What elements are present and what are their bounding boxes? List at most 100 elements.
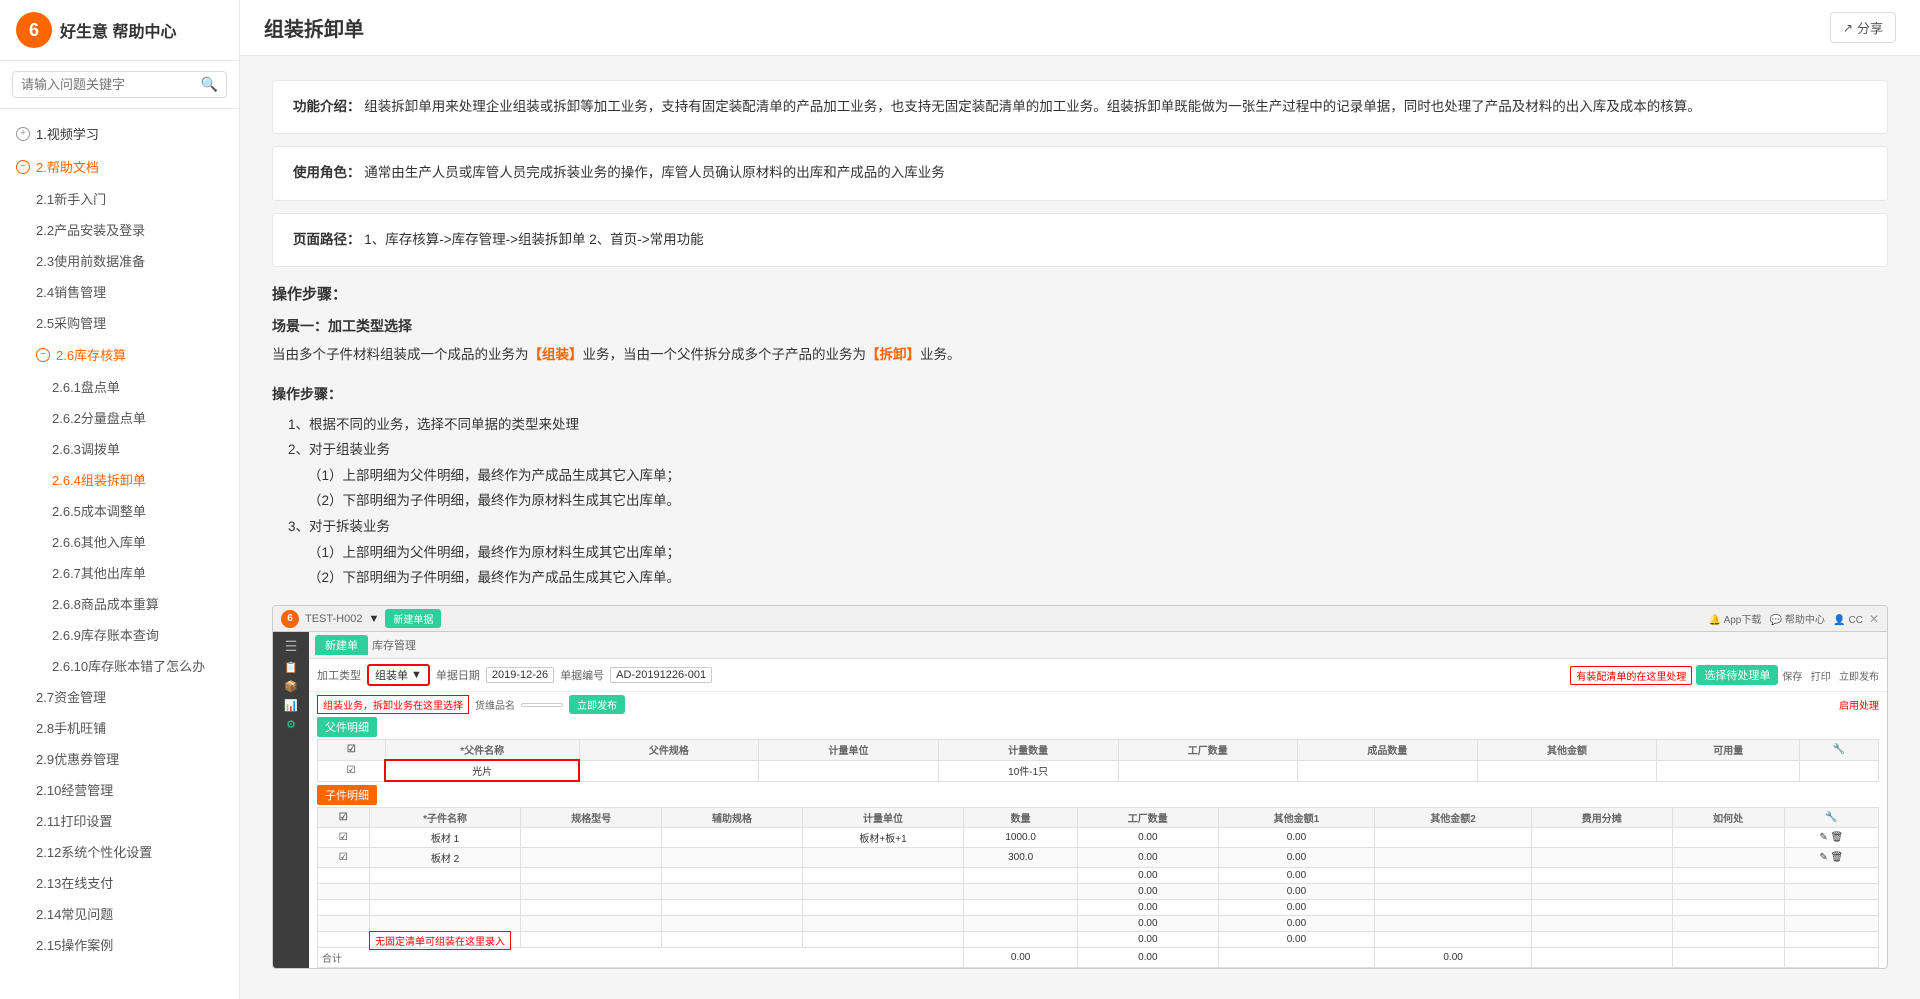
nav-tree: + − 1.视频学习 + − 2.帮助文档 2.1新手入门 2.2产品安装及登录… [0,109,239,999]
ss-no-label: 单据编号 [560,667,604,683]
ss-upper-th-5: 工厂数量 [1118,740,1298,761]
ss-lower-td-2-2 [521,848,662,868]
ss-total-label: 合计 [318,948,964,968]
ss-date-label: 单据日期 [436,667,480,683]
ss-left-sidebar: ☰ 📋 📦 📊 ⚙ [273,632,309,968]
intro-label: 功能介绍： [293,99,361,114]
sidebar-item-2-10[interactable]: 2.10经营管理 [0,774,239,805]
sidebar-item-2-12[interactable]: 2.12系统个性化设置 [0,836,239,867]
ss-lower-td-1-1: 板材 1 [369,828,521,848]
search-icon[interactable]: 🔍 [201,76,218,93]
ss-total-6 [1672,948,1784,968]
ss-lower-td-2-9 [1531,848,1672,868]
ss-annotation1-area: 有装配清单的在这里处理 选择待处理单 保存 打印 立即发布 [1570,665,1879,685]
ss-lower-th-3: 辅助规格 [662,808,803,828]
step3-1: （1）上部明细为父件明细，最终作为原材料生成其它出库单； [308,540,1888,566]
nav-section-2: + − 2.帮助文档 2.1新手入门 2.2产品安装及登录 2.3使用前数据准备… [0,150,239,960]
sidebar-item-2-6-10[interactable]: 2.6.10库存账本错了怎么办 [0,650,239,681]
sidebar-item-2-6-9[interactable]: 2.6.9库存账本查询 [0,619,239,650]
sidebar-item-2-7[interactable]: 2.7资金管理 [0,681,239,712]
sidebar-item-2-6-6[interactable]: 2.6.6其他入库单 [0,526,239,557]
ss-lower-th-8: 其他金额2 [1375,808,1532,828]
ss-lower-td-2-4 [802,848,963,868]
ss-lower-td-1-6: 0.00 [1077,828,1218,848]
ss-lower-th-ops: 🔧 [1784,808,1878,828]
sidebar-item-2-6-8[interactable]: 2.6.8商品成本重算 [0,588,239,619]
sidebar-item-2-5[interactable]: 2.5采购管理 [0,307,239,338]
table-row: 0.000.00 [318,884,1879,900]
ss-upper-title: 父件明细 [317,717,377,737]
ss-lower-title: 子件明细 [317,785,377,805]
nav-section-title-2[interactable]: + − 2.帮助文档 [0,150,239,183]
step2: 2、对于组装业务 [288,437,1888,463]
ss-lower-td-1-2 [521,828,662,848]
ss-close-icon[interactable]: ✕ [1869,612,1879,626]
search-input[interactable] [21,77,201,92]
intro-block: 功能介绍： 组装拆卸单用来处理企业组装或拆卸等加工业务，支持有固定装配清单的产品… [272,80,1888,134]
ss-lower-td-check-2: ☑ [318,848,370,868]
sidebar-item-2-6-7[interactable]: 2.6.7其他出库单 [0,557,239,588]
logo-title: 好生意 帮助中心 [60,18,176,42]
scene1-desc: 当由多个子件材料组装成一个成品的业务为【组装】业务，当由一个父件拆分成多个子产品… [272,342,1888,368]
sidebar-item-2-6-2[interactable]: 2.6.2分量盘点单 [0,402,239,433]
sidebar-item-2-13[interactable]: 2.13在线支付 [0,867,239,898]
nav-section-1: + − 1.视频学习 [0,117,239,150]
sidebar-item-2-8[interactable]: 2.8手机旺铺 [0,712,239,743]
ss-lower-td-1-9 [1531,828,1672,848]
sidebar-item-2-1[interactable]: 2.1新手入门 [0,183,239,214]
step3-2: （2）下部明细为子件明细，最终作为产成品生成其它入库单。 [308,565,1888,591]
ss-prod-search-btn[interactable]: 立即发布 [569,695,625,714]
ss-lower-th-5: 数量 [964,808,1078,828]
ss-lower-td-1-3 [662,828,803,848]
ss-total-5 [1531,948,1672,968]
sidebar-item-2-14[interactable]: 2.14常见问题 [0,898,239,929]
table-row: ☑ 光片 10件-1只 [318,760,1879,781]
sidebar-item-2-6-3[interactable]: 2.6.3调拨单 [0,433,239,464]
sidebar-item-2-11[interactable]: 2.11打印设置 [0,805,239,836]
table-row: 0.000.00 [318,916,1879,932]
sidebar-item-2-6-4[interactable]: 2.6.4组装拆卸单 [0,464,239,495]
content-area: 功能介绍： 组装拆卸单用来处理企业组装或拆卸等加工业务，支持有固定装配清单的产品… [240,56,1920,999]
ss-upper-td-4: 10件-1只 [938,760,1118,781]
nav-section-title-1[interactable]: + − 1.视频学习 [0,117,239,150]
sidebar-item-2-3[interactable]: 2.3使用前数据准备 [0,245,239,276]
ss-tabs: 新建单 库存管理 [309,632,1887,659]
steps-title: 操作步骤： [272,384,1888,404]
sidebar-item-2-2[interactable]: 2.2产品安装及登录 [0,214,239,245]
role-block: 使用角色： 通常由生产人员或库管人员完成拆装业务的操作，库管人员确认原材料的出库… [272,146,1888,200]
role-label: 使用角色： [293,165,361,180]
search-wrapper[interactable]: 🔍 [12,71,227,98]
share-label: 分享 [1857,18,1883,37]
ss-no-value: AD-20191226-001 [610,667,712,683]
ss-total-ops [1784,948,1878,968]
ss-total-4: 0.00 [1375,948,1532,968]
sidebar-item-2-6-5[interactable]: 2.6.5成本调整单 [0,495,239,526]
ss-app-id: TEST-H002 [305,613,362,625]
ss-prod-search-input[interactable] [521,703,563,707]
nav-section-title-2-6[interactable]: − 2.6库存核算 [0,338,239,371]
ss-type-label: 加工类型 [317,667,361,683]
ss-upper-th-6: 成品数量 [1298,740,1478,761]
sidebar-item-2-15[interactable]: 2.15操作案例 [0,929,239,960]
path-text: 页面路径： 1、库存核算->库存管理->组装拆卸单 2、首页->常用功能 [293,228,1867,252]
ss-process-btn[interactable]: 选择待处理单 [1696,665,1778,685]
ss-lower-td-2-1: 板材 2 [369,848,521,868]
ss-lower-td-1-7: 0.00 [1218,828,1375,848]
ss-lower-th-6: 工厂数量 [1077,808,1218,828]
nav-section-label-2: 2.帮助文档 [36,157,99,176]
ss-lower-th-10: 如何处 [1672,808,1784,828]
ss-upper-td-5 [1118,760,1298,781]
ss-annotation1-text: 有装配清单的在这里处理 [1570,666,1692,685]
ss-upper-table: ☑ *父件名称 父件规格 计量单位 计量数量 工厂数量 成品数量 其他金额 可用… [317,739,1879,782]
ss-upper-th-8: 可用量 [1657,740,1800,761]
sidebar-item-2-4[interactable]: 2.4销售管理 [0,276,239,307]
sidebar-item-2-9[interactable]: 2.9优惠券管理 [0,743,239,774]
sidebar-item-2-6-1[interactable]: 2.6.1盘点单 [0,371,239,402]
ss-upper-td-check: ☑ [318,760,386,781]
intro-content: 组装拆卸单用来处理企业组装或拆卸等加工业务，支持有固定装配清单的产品加工业务，也… [364,99,1701,114]
intro-text: 功能介绍： 组装拆卸单用来处理企业组装或拆卸等加工业务，支持有固定装配清单的产品… [293,95,1867,119]
ss-type-select[interactable]: 组装单 ▼ [367,664,430,686]
share-button[interactable]: ↗ 分享 [1830,12,1896,43]
table-row: ☑ 板材 2 300.0 0.00 0.00 [318,848,1879,868]
collapse-icon-2-6: − [36,348,50,362]
